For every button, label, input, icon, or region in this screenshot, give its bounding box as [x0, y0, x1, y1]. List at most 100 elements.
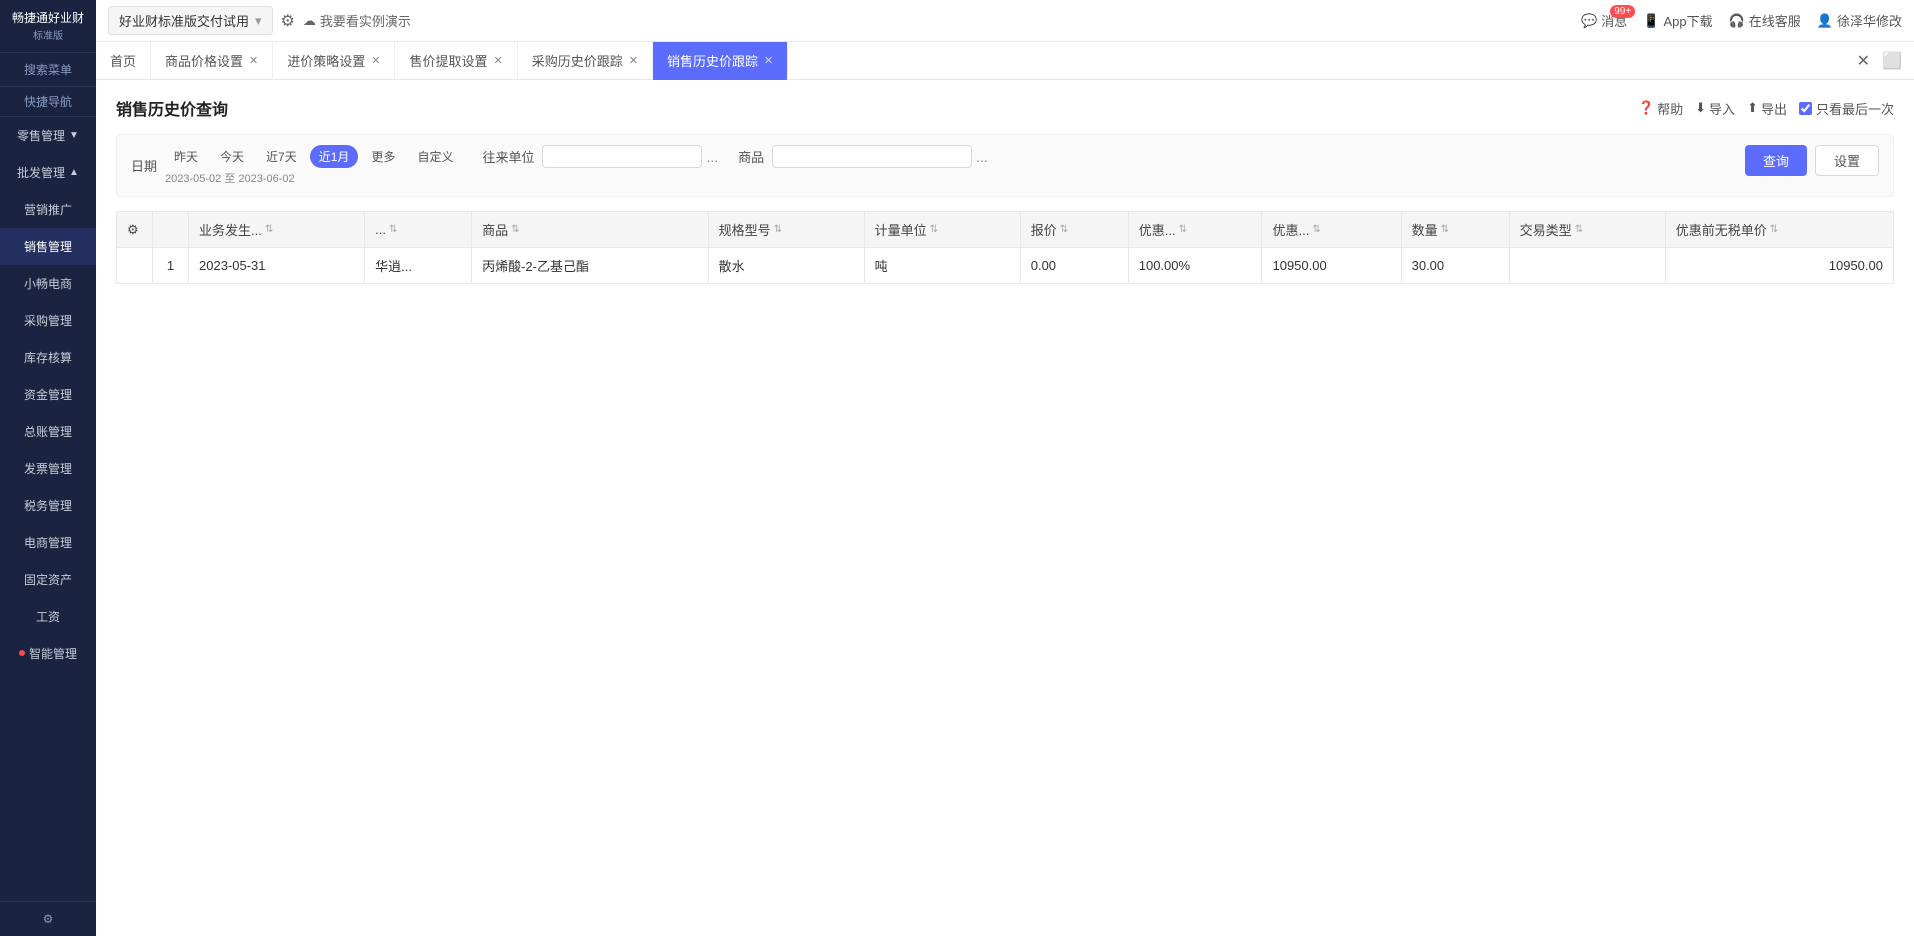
tab-close-icon[interactable]: ✕ — [1853, 47, 1874, 75]
tab-sale-price-extract[interactable]: 售价提取设置 ✕ — [395, 42, 517, 80]
filter-unit-dots[interactable]: ... — [706, 149, 718, 165]
sidebar-item-finance[interactable]: 资金管理 — [0, 376, 96, 413]
topbar-service-btn[interactable]: 🎧 在线客服 — [1729, 11, 1801, 30]
only-last-label: 只看最后一次 — [1816, 99, 1894, 118]
tab-maximize-icon[interactable]: ⬜ — [1878, 47, 1906, 75]
sidebar-item-tax[interactable]: 税务管理 — [0, 487, 96, 524]
sidebar-quicknav[interactable]: 快捷导航 — [0, 87, 96, 117]
sidebar-gear-icon: ⚙ — [43, 912, 54, 926]
col-spec[interactable]: 规格型号 ⇅ — [708, 212, 864, 248]
date-btn-yesterday[interactable]: 昨天 — [165, 145, 207, 168]
topbar-settings-icon[interactable]: ⚙ — [281, 11, 295, 31]
query-button[interactable]: 查询 — [1745, 145, 1807, 176]
tab-purchase-strategy-close[interactable]: ✕ — [371, 54, 380, 67]
tab-purchase-history[interactable]: 采购历史价跟踪 ✕ — [518, 42, 653, 80]
sidebar-item-retail[interactable]: 零售管理 ▼ — [0, 117, 96, 154]
filter-row: 日期 昨天 今天 近7天 近1月 更多 自定义 2023-05-02 至 202… — [116, 134, 1894, 197]
topbar-app-label: App下载 — [1663, 11, 1712, 30]
tab-purchase-history-label: 采购历史价跟踪 — [532, 51, 623, 70]
col-biz-date[interactable]: 业务发生... ⇅ — [189, 212, 365, 248]
sidebar-item-invoice[interactable]: 发票管理 — [0, 450, 96, 487]
sidebar-item-ledger[interactable]: 总账管理 — [0, 413, 96, 450]
settings-button[interactable]: 设置 — [1815, 145, 1879, 176]
topbar-version-selector[interactable]: 好业财标准版交付试用 ▾ — [108, 6, 273, 35]
filter-actions: 查询 设置 — [1745, 145, 1879, 176]
sidebar-item-ecommerce-label: 小畅电商 — [24, 275, 72, 292]
tab-purchase-strategy[interactable]: 进价策略设置 ✕ — [273, 42, 395, 80]
sidebar-item-inventory[interactable]: 库存核算 — [0, 339, 96, 376]
col-biz-date-sort-icon: ⇅ — [265, 224, 273, 235]
col-qty-sort-icon: ⇅ — [1441, 224, 1449, 235]
filter-goods-dots[interactable]: ... — [976, 149, 988, 165]
topbar-user-btn[interactable]: 👤 徐泽华修改 — [1817, 11, 1902, 30]
sidebar-search[interactable]: 搜索菜单 — [0, 53, 96, 87]
col-discount2-label: 优惠... — [1272, 220, 1309, 239]
sidebar-item-salary[interactable]: 工资 — [0, 598, 96, 635]
row-gear-cell — [117, 248, 153, 284]
tab-goods-price-close[interactable]: ✕ — [249, 54, 258, 67]
col-spec-sort-icon: ⇅ — [774, 224, 782, 235]
date-btn-1month[interactable]: 近1月 — [310, 145, 359, 168]
filter-unit-input-wrap: ... — [542, 145, 718, 168]
col-discount2[interactable]: 优惠... ⇅ — [1262, 212, 1401, 248]
only-last-checkbox-label[interactable]: 只看最后一次 — [1799, 99, 1894, 118]
sidebar-item-finance-label: 资金管理 — [24, 386, 72, 403]
topbar-message-btn[interactable]: 💬 消息 99+ — [1581, 11, 1627, 30]
topbar: 好业财标准版交付试用 ▾ ⚙ ☁ 我要看实例演示 💬 消息 99+ 📱 App下… — [96, 0, 1914, 42]
tab-sale-price-extract-close[interactable]: ✕ — [494, 54, 503, 67]
only-last-checkbox[interactable] — [1799, 102, 1812, 115]
sidebar-item-retail-arrow: ▼ — [69, 130, 79, 141]
topbar-service-label: 在线客服 — [1749, 11, 1801, 30]
col-tx-type[interactable]: 交易类型 ⇅ — [1509, 212, 1665, 248]
import-label: 导入 — [1709, 99, 1735, 118]
row-price-cell: 0.00 — [1020, 248, 1128, 284]
filter-goods-label: 商品 — [738, 147, 764, 166]
filter-goods-input[interactable] — [772, 145, 972, 168]
col-price[interactable]: 报价 ⇅ — [1020, 212, 1128, 248]
topbar-user-name: 徐泽华修改 — [1837, 11, 1902, 30]
import-link[interactable]: ⬇ 导入 — [1695, 99, 1735, 118]
export-link[interactable]: ⬆ 导出 — [1747, 99, 1787, 118]
tab-home[interactable]: 首页 — [96, 42, 151, 80]
sidebar-item-wholesale[interactable]: 批发管理 ▲ — [0, 154, 96, 191]
sidebar-item-sales[interactable]: 销售管理 — [0, 228, 96, 265]
sidebar-item-purchase[interactable]: 采购管理 — [0, 302, 96, 339]
sidebar-item-ai[interactable]: 智能管理 — [0, 635, 96, 672]
col-discount1[interactable]: 优惠... ⇅ — [1128, 212, 1262, 248]
col-goods[interactable]: 商品 ⇅ — [472, 212, 709, 248]
sidebar-item-ecom-manage[interactable]: 电商管理 — [0, 524, 96, 561]
date-btn-custom[interactable]: 自定义 — [408, 145, 462, 168]
date-btn-7days[interactable]: 近7天 — [257, 145, 306, 168]
row-tx-type-cell — [1509, 248, 1665, 284]
date-btn-more[interactable]: 更多 — [362, 145, 404, 168]
col-idx — [153, 212, 189, 248]
col-gear[interactable]: ⚙ — [117, 212, 153, 248]
import-icon: ⬇ — [1695, 100, 1706, 116]
sidebar-item-ecommerce[interactable]: 小畅电商 — [0, 265, 96, 302]
tab-sales-history[interactable]: 销售历史价跟踪 ✕ — [653, 42, 788, 80]
date-range-display: 2023-05-02 至 2023-06-02 — [165, 170, 462, 186]
help-link[interactable]: ❓ 帮助 — [1638, 99, 1683, 118]
topbar-version-chevron: ▾ — [255, 13, 262, 29]
filter-unit-input[interactable] — [542, 145, 702, 168]
col-extra[interactable]: ... ⇅ — [365, 212, 472, 248]
col-unit[interactable]: 计量单位 ⇅ — [864, 212, 1020, 248]
topbar-version-label: 好业财标准版交付试用 — [119, 11, 249, 30]
tab-goods-price[interactable]: 商品价格设置 ✕ — [151, 42, 273, 80]
topbar-demo-btn[interactable]: ☁ 我要看实例演示 — [303, 11, 411, 30]
col-pretax-price[interactable]: 优惠前无税单价 ⇅ — [1665, 212, 1893, 248]
export-icon: ⬆ — [1747, 100, 1758, 116]
tab-purchase-history-close[interactable]: ✕ — [629, 54, 638, 67]
col-qty[interactable]: 数量 ⇅ — [1401, 212, 1509, 248]
sidebar-ai-dot — [19, 650, 25, 656]
col-discount2-sort-icon: ⇅ — [1312, 224, 1320, 235]
row-goods-cell: 丙烯酸-2-乙基己酯 — [472, 248, 709, 284]
tab-purchase-strategy-label: 进价策略设置 — [287, 51, 365, 70]
sidebar-item-fixed-assets[interactable]: 固定资产 — [0, 561, 96, 598]
tab-sales-history-close[interactable]: ✕ — [764, 54, 773, 67]
sidebar-item-marketing[interactable]: 营销推广 — [0, 191, 96, 228]
page-header: 销售历史价查询 ❓ 帮助 ⬇ 导入 ⬆ 导出 — [116, 96, 1894, 120]
topbar-app-btn[interactable]: 📱 App下载 — [1643, 11, 1712, 30]
sidebar-settings-btn[interactable]: ⚙ — [0, 901, 96, 936]
date-btn-today[interactable]: 今天 — [211, 145, 253, 168]
